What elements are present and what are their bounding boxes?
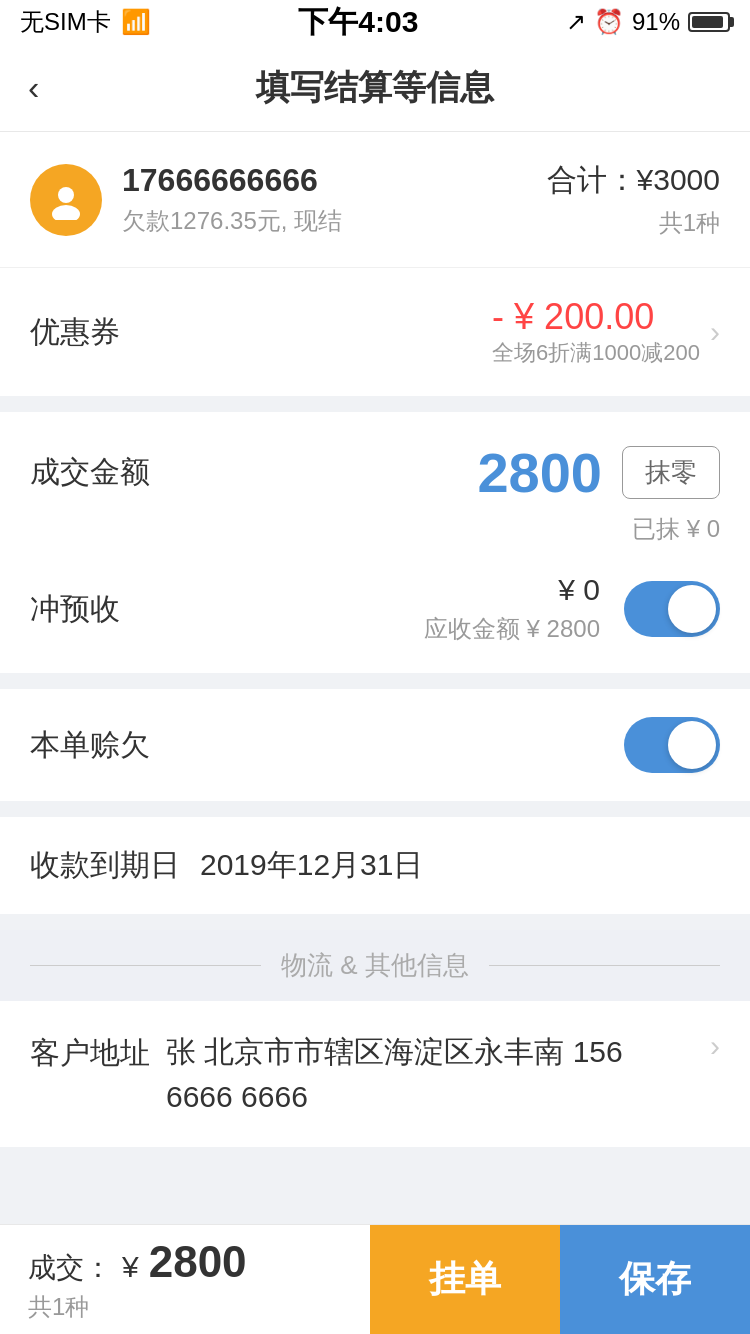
status-bar: 无SIM卡 📶 下午4:03 ↗ ⏰ 91% [0,0,750,44]
status-time: 下午4:03 [298,2,418,43]
hold-button[interactable]: 挂单 [370,1225,560,1335]
bottom-deal-label: 成交： [28,1249,112,1287]
deal-number: 2800 [477,440,602,505]
coupon-chevron-icon: › [710,315,720,349]
deal-amount-area: 2800 抹零 [477,440,720,505]
battery-fill [692,16,723,28]
total-amount: 合计：¥3000 [547,160,720,201]
deal-row: 成交金额 2800 抹零 [30,440,720,505]
round-button[interactable]: 抹零 [622,446,720,499]
coupon-label: 优惠券 [30,312,120,353]
bottom-summary: 成交： ¥ 2800 共1种 [0,1237,370,1323]
duedate-label: 收款到期日 [30,845,180,886]
duedate-value: 2019年12月31日 [200,845,423,886]
content-area: 17666666666 欠款1276.35元, 现结 合计：¥3000 共1种 … [0,132,750,1283]
back-button[interactable]: ‹ [28,68,39,107]
customer-row: 17666666666 欠款1276.35元, 现结 合计：¥3000 共1种 [0,132,750,267]
customer-left: 17666666666 欠款1276.35元, 现结 [30,162,342,237]
advance-right: ¥ 0 应收金额 ¥ 2800 [424,573,720,645]
divider-line-left [30,965,261,966]
duedate-section: 收款到期日 2019年12月31日 [0,817,750,914]
toggle-knob [668,585,716,633]
logistics-label: 物流 & 其他信息 [281,948,469,983]
save-button[interactable]: 保存 [560,1225,750,1335]
customer-phone: 17666666666 [122,162,342,199]
coupon-amount-block: - ¥ 200.00 全场6折满1000减200 [492,296,700,368]
coupon-row[interactable]: 优惠券 - ¥ 200.00 全场6折满1000减200 › [0,267,750,396]
logistics-divider: 物流 & 其他信息 [0,930,750,1001]
divider-line-right [489,965,720,966]
advance-toggle[interactable] [624,581,720,637]
nav-bar: ‹ 填写结算等信息 [0,44,750,132]
advance-amount: ¥ 0 [424,573,600,607]
status-right: ↗ ⏰ 91% [566,8,730,36]
avatar [30,164,102,236]
customer-right: 合计：¥3000 共1种 [547,160,720,239]
deal-sub: 已抹 ¥ 0 [30,513,720,545]
deal-section: 成交金额 2800 抹零 已抹 ¥ 0 冲预收 ¥ 0 应收金额 ¥ 2800 [0,412,750,673]
bottom-bar: 成交： ¥ 2800 共1种 挂单 保存 [0,1224,750,1334]
customer-info: 17666666666 欠款1276.35元, 现结 [122,162,342,237]
status-left: 无SIM卡 📶 [20,6,151,38]
total-types: 共1种 [547,207,720,239]
location-icon: ↗ [566,8,586,36]
bottom-deal-row: 成交： ¥ 2800 [28,1237,342,1287]
coupon-amount: - ¥ 200.00 [492,296,700,338]
svg-point-0 [58,187,74,203]
deal-label: 成交金额 [30,452,150,493]
credit-toggle-knob [668,721,716,769]
coupon-right: - ¥ 200.00 全场6折满1000减200 › [492,296,720,368]
page-title: 填写结算等信息 [256,65,494,111]
address-label: 客户地址 [30,1029,150,1074]
address-section[interactable]: 客户地址 张 北京市市辖区海淀区永丰南 156 6666 6666 › [0,1001,750,1147]
coupon-desc: 全场6折满1000减200 [492,338,700,368]
bottom-deal-amount: 2800 [149,1237,247,1287]
advance-sub: 应收金额 ¥ 2800 [424,613,600,645]
credit-label: 本单赊欠 [30,725,150,766]
advance-amount-col: ¥ 0 应收金额 ¥ 2800 [424,573,600,645]
customer-debt: 欠款1276.35元, 现结 [122,205,342,237]
bottom-deal-unit: ¥ [122,1250,139,1284]
advance-area: 冲预收 ¥ 0 应收金额 ¥ 2800 [30,573,720,645]
customer-card: 17666666666 欠款1276.35元, 现结 合计：¥3000 共1种 … [0,132,750,396]
wifi-icon: 📶 [121,8,151,36]
advance-row: 冲预收 ¥ 0 应收金额 ¥ 2800 [30,573,720,645]
advance-label: 冲预收 [30,589,120,630]
alarm-icon: ⏰ [594,8,624,36]
bottom-types: 共1种 [28,1291,342,1323]
carrier-text: 无SIM卡 [20,6,111,38]
credit-section: 本单赊欠 [0,689,750,801]
battery-bar [688,12,730,32]
svg-point-1 [52,205,80,220]
address-value: 张 北京市市辖区海淀区永丰南 156 6666 6666 [166,1029,694,1119]
address-chevron-icon: › [710,1029,720,1063]
credit-toggle[interactable] [624,717,720,773]
battery-percent: 91% [632,8,680,36]
